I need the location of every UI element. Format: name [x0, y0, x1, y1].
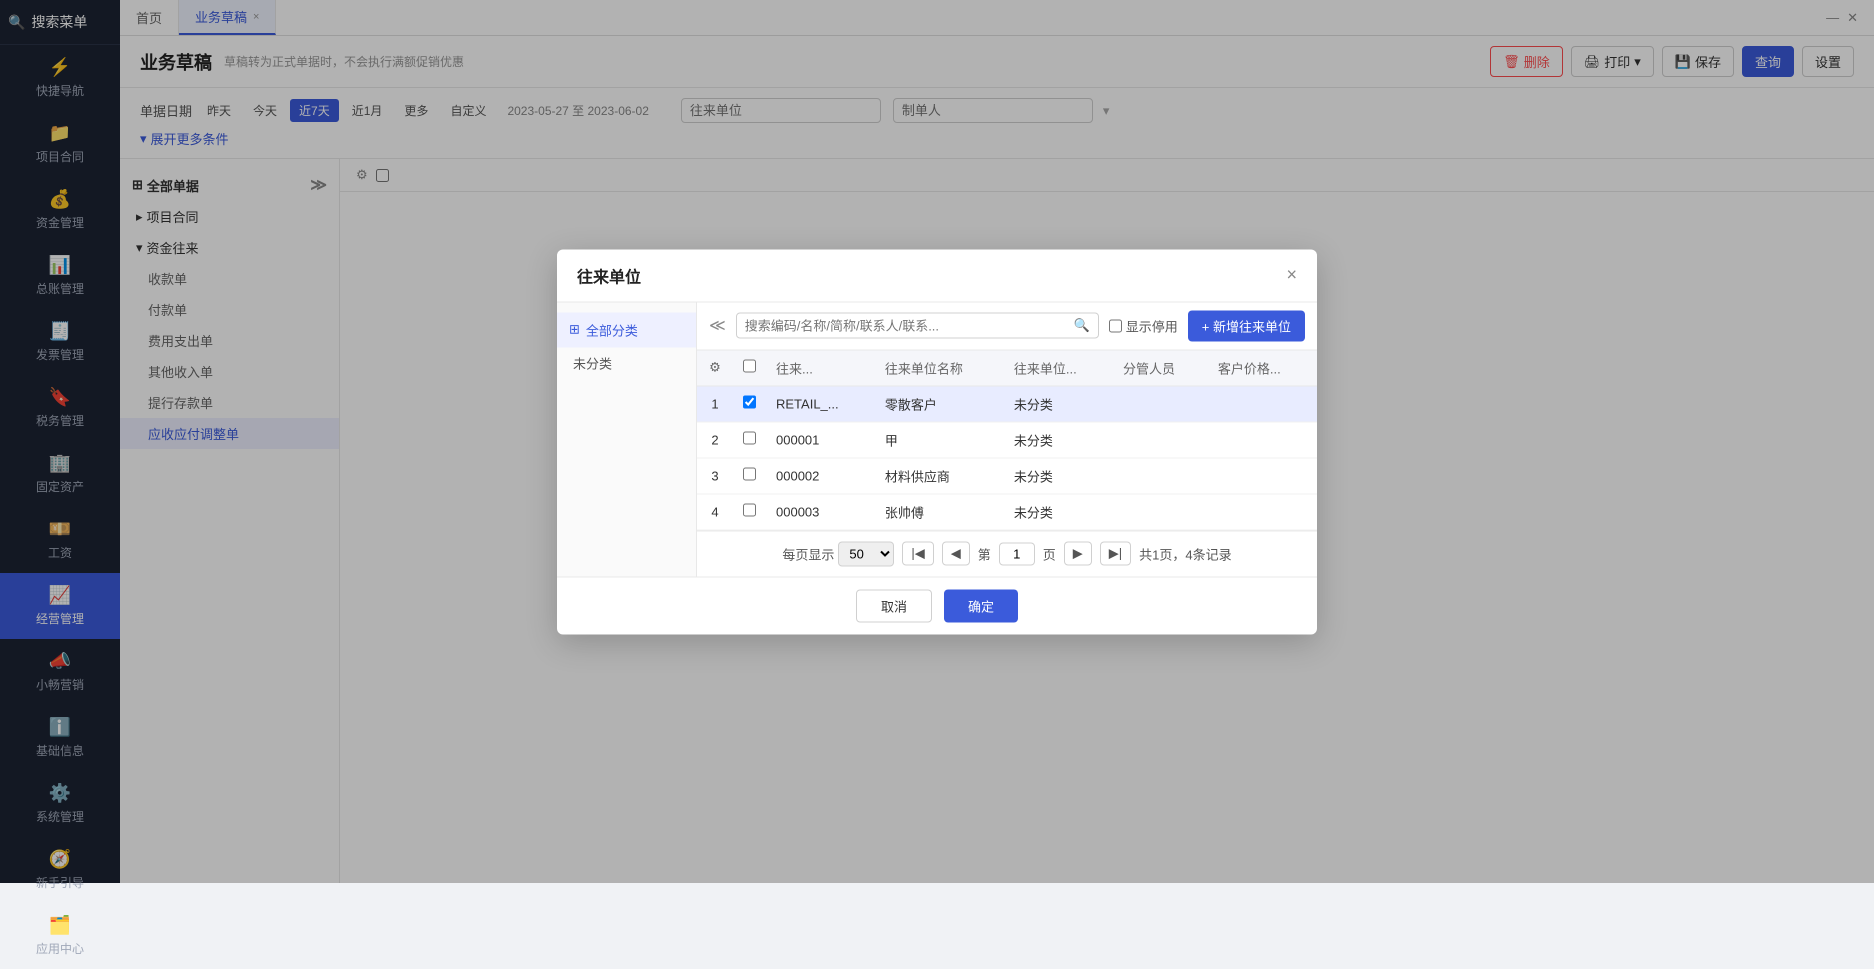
table-row[interactable]: 4 000003 张帅傅 未分类 — [697, 494, 1317, 530]
row-manager — [1113, 386, 1208, 422]
row-code: 000001 — [766, 422, 875, 458]
th-price: 客户价格... — [1208, 350, 1317, 386]
row-price — [1208, 386, 1317, 422]
table-row[interactable]: 3 000002 材料供应商 未分类 — [697, 458, 1317, 494]
row-checkbox-cell[interactable] — [733, 458, 766, 494]
partner-dialog: 往来单位 × ⊞ 全部分类 未分类 ≪ 🔍 显示停用 — [557, 249, 1317, 634]
row-checkbox[interactable] — [743, 468, 756, 481]
sidebar-item-label: 应用中心 — [36, 940, 84, 957]
th-category: 往来单位... — [1004, 350, 1113, 386]
show-disabled-checkbox[interactable] — [1109, 319, 1122, 332]
row-price — [1208, 422, 1317, 458]
page-first-button[interactable]: |◀ — [902, 542, 933, 566]
table-row[interactable]: 1 RETAIL_... 零散客户 未分类 — [697, 386, 1317, 422]
row-name: 零散客户 — [875, 386, 1004, 422]
row-category: 未分类 — [1004, 458, 1113, 494]
row-num: 2 — [697, 422, 733, 458]
row-checkbox-cell[interactable] — [733, 422, 766, 458]
table-header-row: ⚙ 往来... 往来单位名称 往来单位... 分管人员 客户价格... — [697, 350, 1317, 386]
subcategory-label: 未分类 — [573, 356, 612, 371]
th-checkbox — [733, 350, 766, 386]
th-name: 往来单位名称 — [875, 350, 1004, 386]
dialog-close-button[interactable]: × — [1286, 265, 1297, 286]
dialog-table-wrap: ⚙ 往来... 往来单位名称 往来单位... 分管人员 客户价格... 1 — [697, 350, 1317, 530]
row-manager — [1113, 458, 1208, 494]
th-settings[interactable]: ⚙ — [697, 350, 733, 386]
dialog-collapse-icon[interactable]: ≪ — [709, 316, 726, 336]
row-num: 3 — [697, 458, 733, 494]
per-page-label: 每页显示 — [782, 544, 834, 563]
page-label-before: 第 — [978, 544, 991, 563]
confirm-button[interactable]: 确定 — [944, 589, 1018, 622]
row-checkbox[interactable] — [743, 396, 756, 409]
row-category: 未分类 — [1004, 494, 1113, 530]
per-page-select[interactable]: 50 100 — [838, 541, 894, 566]
table-select-all[interactable] — [743, 360, 756, 373]
pagination-total: 共1页，4条记录 — [1139, 544, 1231, 563]
page-prev-button[interactable]: ◀ — [942, 542, 970, 566]
page-last-button[interactable]: ▶| — [1100, 542, 1131, 566]
row-code: 000002 — [766, 458, 875, 494]
dialog-search-input[interactable] — [745, 318, 1068, 333]
dialog-header: 往来单位 × — [557, 249, 1317, 302]
page-next-button[interactable]: ▶ — [1064, 542, 1092, 566]
page-label-after: 页 — [1043, 544, 1056, 563]
dialog-search-icon[interactable]: 🔍 — [1074, 318, 1090, 334]
app-center-icon: 🗂️ — [49, 915, 71, 936]
row-checkbox[interactable] — [743, 432, 756, 445]
page-input[interactable] — [999, 542, 1035, 565]
row-code: 000003 — [766, 494, 875, 530]
grid-category-icon: ⊞ — [569, 322, 580, 338]
row-code: RETAIL_... — [766, 386, 875, 422]
dialog-all-category[interactable]: ⊞ 全部分类 — [557, 312, 696, 347]
cancel-button[interactable]: 取消 — [856, 589, 932, 622]
th-manager: 分管人员 — [1113, 350, 1208, 386]
dialog-pagination: 每页显示 50 100 |◀ ◀ 第 页 ▶ ▶| 共1页，4条记录 — [697, 530, 1317, 576]
show-disabled-text: 显示停用 — [1126, 316, 1178, 335]
add-partner-button[interactable]: + 新增往来单位 — [1188, 310, 1305, 341]
row-category: 未分类 — [1004, 386, 1113, 422]
dialog-body: ⊞ 全部分类 未分类 ≪ 🔍 显示停用 + 新增往来单位 — [557, 302, 1317, 576]
row-checkbox[interactable] — [743, 504, 756, 517]
dialog-footer: 取消 确定 — [557, 576, 1317, 634]
dialog-toolbar: ≪ 🔍 显示停用 + 新增往来单位 — [697, 302, 1317, 350]
dialog-category-panel: ⊞ 全部分类 未分类 — [557, 302, 697, 576]
row-name: 材料供应商 — [875, 458, 1004, 494]
show-disabled-label[interactable]: 显示停用 — [1109, 316, 1178, 335]
category-label: 全部分类 — [586, 320, 638, 339]
row-num: 4 — [697, 494, 733, 530]
row-name: 张帅傅 — [875, 494, 1004, 530]
per-page-selector: 每页显示 50 100 — [782, 541, 894, 566]
table-row[interactable]: 2 000001 甲 未分类 — [697, 422, 1317, 458]
row-category: 未分类 — [1004, 422, 1113, 458]
partner-table: ⚙ 往来... 往来单位名称 往来单位... 分管人员 客户价格... 1 — [697, 350, 1317, 530]
row-manager — [1113, 494, 1208, 530]
row-num: 1 — [697, 386, 733, 422]
dialog-search-box: 🔍 — [736, 313, 1099, 339]
row-manager — [1113, 422, 1208, 458]
row-price — [1208, 494, 1317, 530]
dialog-uncategory[interactable]: 未分类 — [557, 347, 696, 378]
row-checkbox-cell[interactable] — [733, 494, 766, 530]
dialog-content: ≪ 🔍 显示停用 + 新增往来单位 ⚙ — [697, 302, 1317, 576]
row-name: 甲 — [875, 422, 1004, 458]
sidebar-item-app-center[interactable]: 🗂️ 应用中心 — [0, 903, 120, 969]
row-price — [1208, 458, 1317, 494]
th-code: 往来... — [766, 350, 875, 386]
row-checkbox-cell[interactable] — [733, 386, 766, 422]
dialog-title: 往来单位 — [577, 263, 641, 287]
